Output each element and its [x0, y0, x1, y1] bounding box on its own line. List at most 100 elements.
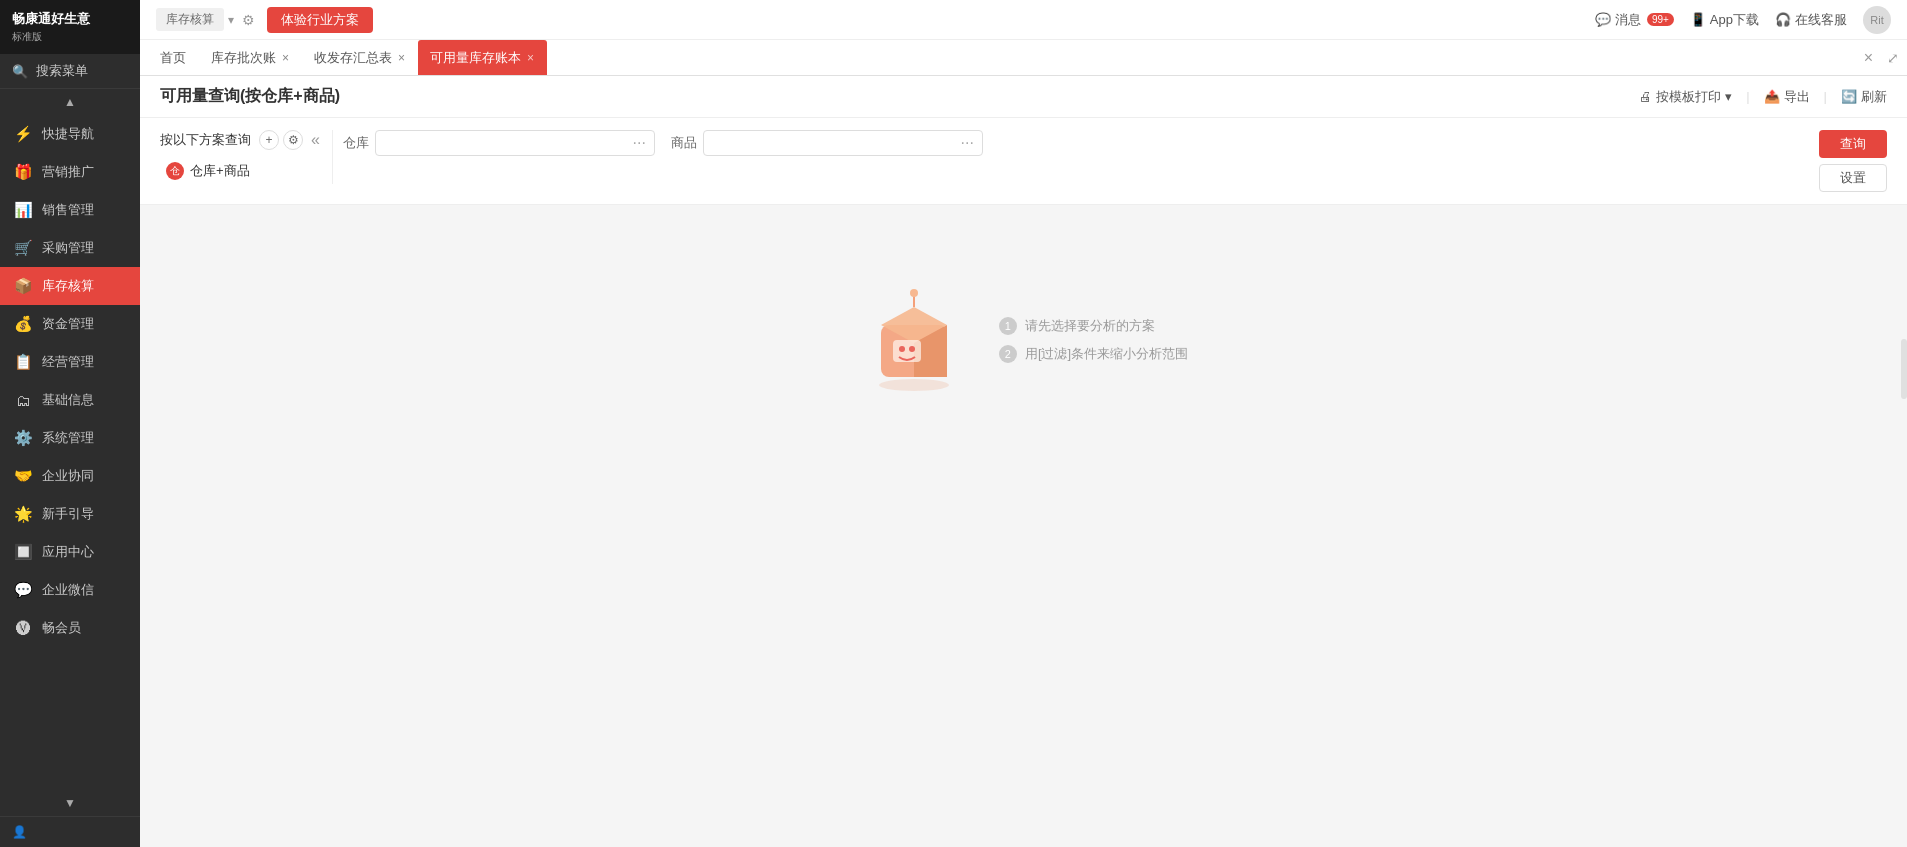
nav-label-finance: 资金管理	[42, 315, 94, 333]
svg-point-0	[879, 379, 949, 391]
sidebar-scroll-up[interactable]: ▲	[0, 89, 140, 115]
sidebar-item-marketing[interactable]: 🎁 营销推广	[0, 153, 140, 191]
tab-receive-summary-close[interactable]: ×	[398, 51, 405, 65]
query-button[interactable]: 查询	[1819, 130, 1887, 158]
product-input[interactable]	[712, 136, 957, 151]
nav-icon-wechat: 💬	[14, 581, 32, 599]
message-label: 消息	[1615, 11, 1641, 29]
headset-icon: 🎧	[1775, 12, 1791, 27]
nav-label-basics: 基础信息	[42, 391, 94, 409]
sidebar-item-sales[interactable]: 📊 销售管理	[0, 191, 140, 229]
app-label: App下载	[1710, 11, 1759, 29]
print-template-button[interactable]: 🖨 按模板打印 ▾	[1639, 88, 1732, 106]
export-button[interactable]: 📤 导出	[1764, 88, 1810, 106]
product-dots[interactable]: ···	[961, 134, 974, 152]
sidebar-item-system[interactable]: ⚙️ 系统管理	[0, 419, 140, 457]
scheme-settings-button[interactable]: ⚙	[283, 130, 303, 150]
tab-receive-summary[interactable]: 收发存汇总表 ×	[302, 40, 418, 75]
sidebar: 畅康通好生意 标准版 🔍 搜索菜单 ▲ ⚡ 快捷导航 🎁 营销推广 📊 销售管理…	[0, 0, 140, 847]
online-service-button[interactable]: 🎧 在线客服	[1775, 11, 1847, 29]
scheme-item-label: 仓库+商品	[190, 162, 250, 180]
filter-scheme-label: 按以下方案查询	[160, 131, 251, 149]
tab-expand-icon[interactable]: ⤢	[1887, 50, 1899, 66]
refresh-button[interactable]: 🔄 刷新	[1841, 88, 1887, 106]
tab-close-all-icon[interactable]: ×	[1858, 49, 1879, 67]
topbar-gear-icon[interactable]: ⚙	[242, 12, 255, 28]
refresh-icon: 🔄	[1841, 89, 1857, 104]
sidebar-item-member[interactable]: 🅥 畅会员	[0, 609, 140, 647]
sidebar-item-quick-nav[interactable]: ⚡ 快捷导航	[0, 115, 140, 153]
sidebar-item-inventory[interactable]: 📦 库存核算	[0, 267, 140, 305]
avatar[interactable]: Rit	[1863, 6, 1891, 34]
nav-icon-sales: 📊	[14, 201, 32, 219]
tab-batch-account-close[interactable]: ×	[282, 51, 289, 65]
sidebar-item-basics[interactable]: 🗂 基础信息	[0, 381, 140, 419]
warehouse-input[interactable]	[384, 136, 629, 151]
scheme-add-button[interactable]: +	[259, 130, 279, 150]
product-label: 商品	[671, 134, 697, 152]
topbar-chevron-icon: ▾	[228, 13, 234, 27]
warehouse-dots[interactable]: ···	[633, 134, 646, 152]
empty-tip-1: 1 请先选择要分析的方案	[999, 317, 1188, 335]
app-download-button[interactable]: 📱 App下载	[1690, 11, 1759, 29]
message-badge: 99+	[1647, 13, 1674, 26]
filter-row: 仓库 ··· 商品 ···	[343, 130, 1807, 156]
sidebar-item-operations[interactable]: 📋 经营管理	[0, 343, 140, 381]
tabs-bar: 首页 库存批次账 × 收发存汇总表 × 可用量库存账本 × × ⤢	[140, 40, 1907, 76]
sidebar-item-purchase[interactable]: 🛒 采购管理	[0, 229, 140, 267]
nav-icon-operations: 📋	[14, 353, 32, 371]
nav-label-guide: 新手引导	[42, 505, 94, 523]
warehouse-label: 仓库	[343, 134, 369, 152]
page-content: 可用量查询(按仓库+商品) 🖨 按模板打印 ▾ | 📤 导出 | 🔄 刷新	[140, 76, 1907, 847]
sidebar-item-finance[interactable]: 💰 资金管理	[0, 305, 140, 343]
tab-batch-account-label: 库存批次账	[211, 49, 276, 67]
sidebar-item-apps[interactable]: 🔲 应用中心	[0, 533, 140, 571]
search-label: 搜索菜单	[36, 62, 88, 80]
scheme-collapse-button[interactable]: «	[311, 131, 320, 149]
nav-label-sales: 销售管理	[42, 201, 94, 219]
industry-solution-button[interactable]: 体验行业方案	[267, 7, 373, 33]
warehouse-input-wrap[interactable]: ···	[375, 130, 655, 156]
sidebar-nav: ⚡ 快捷导航 🎁 营销推广 📊 销售管理 🛒 采购管理 📦 库存核算 💰 资金管…	[0, 115, 140, 790]
sidebar-search[interactable]: 🔍 搜索菜单	[0, 54, 140, 89]
nav-icon-system: ⚙️	[14, 429, 32, 447]
tab-available-stock[interactable]: 可用量库存账本 ×	[418, 40, 547, 75]
svg-point-6	[909, 346, 915, 352]
tip-num-2: 2	[999, 345, 1017, 363]
message-button[interactable]: 💬 消息 99+	[1595, 11, 1674, 29]
scheme-action-icons: + ⚙	[259, 130, 303, 150]
app-icon: 📱	[1690, 12, 1706, 27]
message-icon: 💬	[1595, 12, 1611, 27]
nav-icon-purchase: 🛒	[14, 239, 32, 257]
empty-tip-2: 2 用[过滤]条件来缩小分析范围	[999, 345, 1188, 363]
product-input-wrap[interactable]: ···	[703, 130, 983, 156]
sidebar-footer[interactable]: 👤	[0, 816, 140, 847]
nav-icon-guide: 🌟	[14, 505, 32, 523]
avatar-text: Rit	[1870, 14, 1883, 26]
sidebar-footer-icon: 👤	[12, 825, 27, 839]
settings-button[interactable]: 设置	[1819, 164, 1887, 192]
main-wrap: 库存核算 ▾ ⚙ 体验行业方案 💬 消息 99+ 📱 App下载 🎧 在线客服 …	[140, 0, 1907, 847]
right-scrollbar[interactable]	[1901, 339, 1907, 399]
scheme-item-warehouse-product[interactable]: 仓 仓库+商品	[160, 158, 320, 184]
tab-home[interactable]: 首页	[148, 40, 199, 75]
action-divider-2: |	[1824, 89, 1827, 104]
empty-tips: 1 请先选择要分析的方案 2 用[过滤]条件来缩小分析范围	[999, 317, 1188, 363]
print-label: 按模板打印	[1656, 88, 1721, 106]
sidebar-scroll-down[interactable]: ▼	[0, 790, 140, 816]
sidebar-item-guide[interactable]: 🌟 新手引导	[0, 495, 140, 533]
export-icon: 📤	[1764, 89, 1780, 104]
nav-icon-marketing: 🎁	[14, 163, 32, 181]
tab-available-stock-label: 可用量库存账本	[430, 49, 521, 67]
nav-label-member: 畅会员	[42, 619, 81, 637]
nav-icon-apps: 🔲	[14, 543, 32, 561]
svg-point-5	[899, 346, 905, 352]
sidebar-item-wechat[interactable]: 💬 企业微信	[0, 571, 140, 609]
tab-available-stock-close[interactable]: ×	[527, 51, 534, 65]
tab-batch-account[interactable]: 库存批次账 ×	[199, 40, 302, 75]
brand-sub: 标准版	[12, 30, 128, 44]
tab-home-label: 首页	[160, 49, 186, 67]
topbar-breadcrumb: 库存核算	[156, 8, 224, 31]
nav-label-wechat: 企业微信	[42, 581, 94, 599]
sidebar-item-enterprise[interactable]: 🤝 企业协同	[0, 457, 140, 495]
